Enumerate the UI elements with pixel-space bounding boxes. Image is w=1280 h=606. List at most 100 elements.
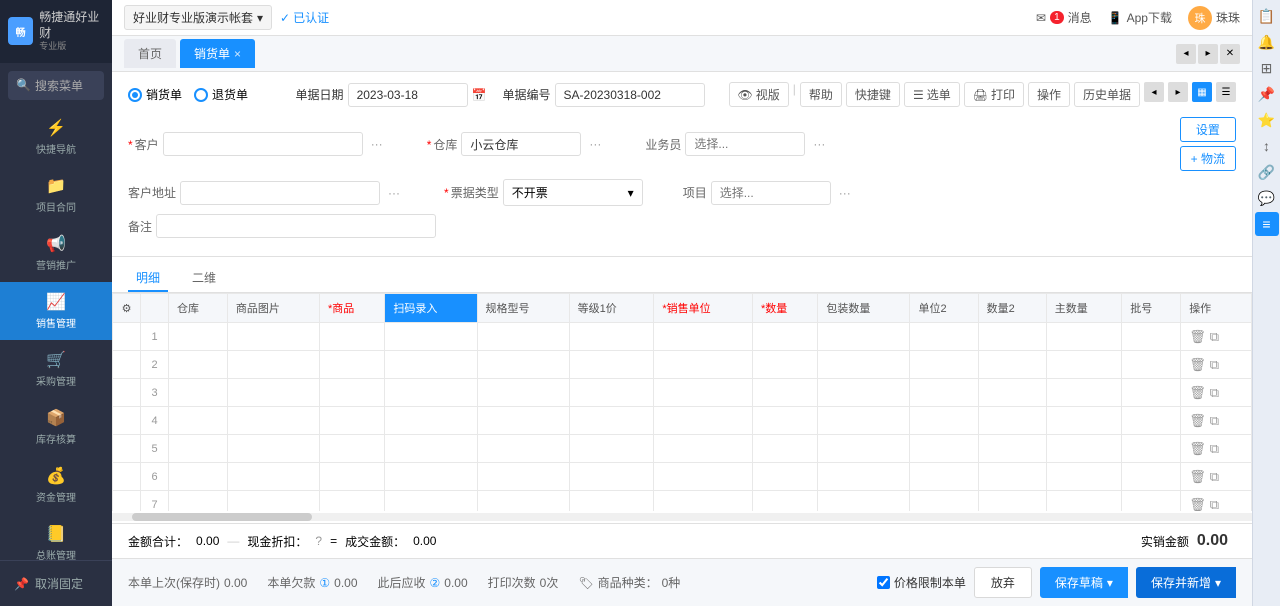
message-button[interactable]: ✉ 1 消息	[1036, 9, 1092, 26]
row-delete-7[interactable]: 🗑	[1189, 497, 1206, 512]
preview-button[interactable]: 👁 视版	[729, 82, 789, 107]
row-batch-1[interactable]	[1122, 323, 1181, 351]
history-button[interactable]: 历史单据	[1074, 82, 1140, 107]
sidebar-item-purchase[interactable]: 🛒 采购管理	[0, 340, 112, 398]
radio-sales-order[interactable]: 销货单	[128, 86, 182, 103]
save-new-button[interactable]: 保存并新增 ▾	[1136, 567, 1236, 598]
tab-close-all-button[interactable]: ✕	[1220, 44, 1240, 64]
row-scan-1[interactable]	[385, 323, 477, 351]
warehouse-more-button[interactable]: ···	[585, 135, 605, 153]
table-tab-detail[interactable]: 明细	[128, 265, 168, 292]
help-button[interactable]: 帮助	[800, 82, 842, 107]
row-delete-5[interactable]: 🗑	[1189, 441, 1206, 457]
operation-button[interactable]: 操作	[1028, 82, 1070, 107]
abandon-button[interactable]: 放弃	[974, 567, 1032, 598]
right-panel-icon-6[interactable]: ↕	[1255, 134, 1279, 158]
settings-button[interactable]: 设置	[1180, 117, 1236, 142]
right-panel-icon-8[interactable]: 💬	[1255, 186, 1279, 210]
row-copy-6[interactable]: ⧉	[1210, 469, 1219, 485]
row-sales-unit-1[interactable]	[654, 323, 753, 351]
print-button[interactable]: 🖨 打印	[964, 82, 1024, 107]
row-batch-2[interactable]	[1122, 351, 1181, 379]
row-qty-1[interactable]	[752, 323, 817, 351]
row-scan-2[interactable]	[385, 351, 477, 379]
th-sales-unit[interactable]: *销售单位	[654, 294, 753, 323]
row-delete-2[interactable]: 🗑	[1189, 357, 1206, 373]
logistics-button[interactable]: + 物流	[1180, 146, 1236, 171]
tab-home[interactable]: 首页	[124, 39, 176, 68]
table-tab-2d[interactable]: 二维	[184, 265, 224, 292]
right-panel-icon-9[interactable]: ≡	[1255, 212, 1279, 236]
th-scan-input[interactable]: 扫码录入	[385, 294, 477, 323]
right-panel-icon-3[interactable]: ⊞	[1255, 56, 1279, 80]
staff-more-button[interactable]: ···	[809, 135, 829, 153]
right-panel-icon-2[interactable]: 🔔	[1255, 30, 1279, 54]
sidebar-item-marketing[interactable]: 📢 营销推广	[0, 224, 112, 282]
row-delete-3[interactable]: 🗑	[1189, 385, 1206, 401]
horizontal-scrollbar[interactable]	[112, 513, 1252, 521]
th-warehouse[interactable]: 仓库	[169, 294, 228, 323]
row-copy-2[interactable]: ⧉	[1210, 357, 1219, 373]
right-panel-icon-7[interactable]: 🔗	[1255, 160, 1279, 184]
row-product-2[interactable]	[320, 351, 385, 379]
customer-more-button[interactable]: ···	[367, 135, 387, 153]
tab-prev-button[interactable]: ◂	[1176, 44, 1196, 64]
row-delete-1[interactable]: 🗑	[1189, 329, 1206, 345]
customer-input[interactable]	[163, 132, 363, 156]
save-draft-button[interactable]: 保存草稿 ▾	[1040, 567, 1128, 598]
price-limit-checkbox[interactable]: 价格限制本单	[877, 574, 966, 591]
app-download-button[interactable]: 📱 App下载	[1108, 9, 1172, 26]
row-product-1[interactable]	[320, 323, 385, 351]
th-product[interactable]: *商品	[320, 294, 385, 323]
th-quantity[interactable]: *数量	[752, 294, 817, 323]
user-info[interactable]: 珠 珠珠	[1188, 6, 1240, 30]
order-number-input[interactable]	[555, 83, 705, 107]
th-gear[interactable]: ⚙	[113, 294, 141, 323]
row-warehouse-2[interactable]	[169, 351, 228, 379]
notes-input[interactable]	[156, 214, 436, 238]
price-limit-check[interactable]	[877, 576, 890, 589]
sidebar-item-sales[interactable]: 📈 销售管理	[0, 282, 112, 340]
addr-more-button[interactable]: ···	[384, 184, 404, 202]
grid-view-button[interactable]: ▦	[1192, 82, 1212, 102]
sidebar-item-finance[interactable]: 💰 资金管理	[0, 456, 112, 514]
project-input[interactable]	[711, 181, 831, 205]
staff-input[interactable]	[685, 132, 805, 156]
receivable-marker[interactable]: ②	[430, 576, 441, 590]
row-copy-5[interactable]: ⧉	[1210, 441, 1219, 457]
row-copy-3[interactable]: ⧉	[1210, 385, 1219, 401]
row-warehouse-1[interactable]	[169, 323, 228, 351]
row-copy-7[interactable]: ⧉	[1210, 497, 1219, 512]
right-panel-icon-4[interactable]: 📌	[1255, 82, 1279, 106]
shortcut-button[interactable]: 快捷键	[846, 82, 900, 107]
arrears-marker[interactable]: ①	[319, 576, 330, 590]
date-input[interactable]	[348, 83, 468, 107]
select-order-button[interactable]: ☰ 选单	[904, 82, 960, 107]
right-panel-icon-5[interactable]: ⭐	[1255, 108, 1279, 132]
row-sales-unit-2[interactable]	[654, 351, 753, 379]
sidebar-item-quick-nav[interactable]: ⚡ 快捷导航	[0, 108, 112, 166]
row-delete-4[interactable]: 🗑	[1189, 413, 1206, 429]
scrollbar-thumb[interactable]	[132, 513, 312, 521]
sidebar-item-ledger[interactable]: 📒 总账管理	[0, 514, 112, 560]
right-panel-icon-1[interactable]: 📋	[1255, 4, 1279, 28]
company-selector[interactable]: 好业财专业版演示帐套 ▾	[124, 5, 272, 30]
radio-return-order[interactable]: 退货单	[194, 86, 248, 103]
search-menu-button[interactable]: 🔍 搜索菜单	[8, 71, 104, 100]
sidebar-item-project[interactable]: 📁 项目合同	[0, 166, 112, 224]
row-qty-2[interactable]	[752, 351, 817, 379]
warehouse-input[interactable]	[461, 132, 581, 156]
invoice-select[interactable]: 不开票 ▾	[503, 179, 643, 206]
tab-next-button[interactable]: ▸	[1198, 44, 1218, 64]
calendar-icon[interactable]: 📅	[472, 88, 487, 102]
row-copy-4[interactable]: ⧉	[1210, 413, 1219, 429]
customer-addr-input[interactable]	[180, 181, 380, 205]
unpin-button[interactable]: 📌 取消固定	[8, 569, 104, 598]
tab-close-button[interactable]: ×	[234, 47, 241, 61]
form-next-button[interactable]: ▸	[1168, 82, 1188, 102]
tab-sales-order[interactable]: 销货单 ×	[180, 39, 255, 68]
row-delete-6[interactable]: 🗑	[1189, 469, 1206, 485]
sidebar-item-inventory[interactable]: 📦 库存核算	[0, 398, 112, 456]
list-view-button[interactable]: ☰	[1216, 82, 1236, 102]
project-more-button[interactable]: ···	[835, 184, 855, 202]
